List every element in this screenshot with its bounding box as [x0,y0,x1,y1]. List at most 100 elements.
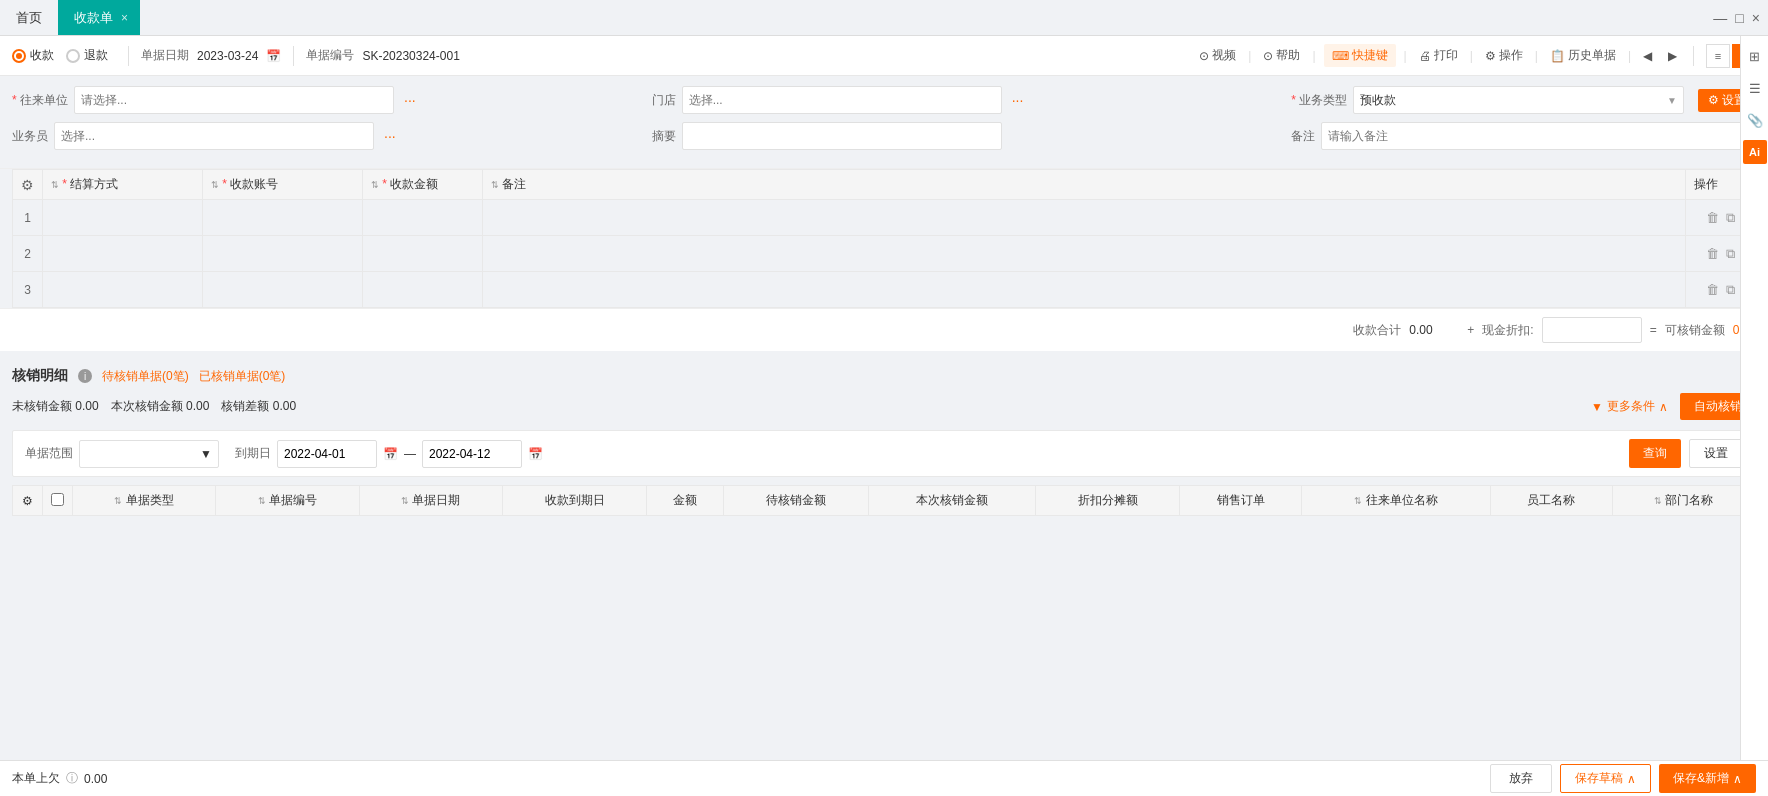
main-scroll: 往来单位 ··· 门店 ··· 业务类型 预收款 ▼ ⚙ 设置 [0,76,1768,516]
right-panel-attach-icon[interactable]: 📎 [1743,108,1767,132]
date-range: 到期日 📅 — 📅 [235,440,543,468]
tab-home[interactable]: 首页 [0,0,58,35]
total-value: 0.00 [1409,323,1459,337]
date-from-input[interactable] [277,440,377,468]
bottom-table-section: ⚙ ⇅ 单据类型 ⇅ 单据编号 [12,485,1756,516]
remark-input[interactable] [682,122,1002,150]
form-row-1: 往来单位 ··· 门店 ··· 业务类型 预收款 ▼ ⚙ 设置 [12,86,1756,114]
bth-gear[interactable]: ⚙ [13,486,43,516]
party-field: 往来单位 ··· [12,86,632,114]
discount-label: 现金折扣: [1482,322,1533,339]
row-1-amount[interactable] [363,200,483,236]
row-2-account[interactable] [203,236,363,272]
copy-icon-2[interactable]: ⧉ [1726,246,1735,261]
range-label: 单据范围 [25,445,73,462]
maximize-button[interactable]: □ [1735,10,1743,26]
divider-2 [293,46,294,66]
party-more-btn[interactable]: ··· [404,92,416,108]
history-btn[interactable]: 📋 历史单据 [1546,45,1620,66]
date-range-separator: — [404,447,416,461]
this-cancel-label: 本次核销金额 [111,399,183,413]
verify-table: ⚙ ⇅ 单据类型 ⇅ 单据编号 [12,485,1756,516]
more-conditions-btn[interactable]: ▼ 更多条件 ∧ [1591,398,1668,415]
pending-tab[interactable]: 待核销单据(0笔) [102,368,189,385]
staff-more-btn[interactable]: ··· [384,128,396,144]
copy-icon-1[interactable]: ⧉ [1726,210,1735,225]
range-select[interactable]: ▼ [79,440,219,468]
delete-icon-2[interactable]: 🗑 [1706,246,1719,261]
remark-label: 摘要 [652,128,676,145]
row-3-settle[interactable] [43,272,203,308]
row-2-settle[interactable] [43,236,203,272]
bth-pending-cancel: 待核销金额 [724,486,869,516]
query-btn[interactable]: 查询 [1629,439,1681,468]
done-tab[interactable]: 已核销单据(0笔) [199,368,286,385]
delete-icon-1[interactable]: 🗑 [1706,210,1719,225]
party-label: 往来单位 [12,92,68,109]
row-3-amount[interactable] [363,272,483,308]
right-panel-list-icon[interactable]: ☰ [1743,76,1767,100]
th-gear[interactable]: ⚙ [13,170,43,200]
row-2-note[interactable] [483,236,1686,272]
settings-icon: ⚙ [1708,93,1719,107]
date-to-input[interactable] [422,440,522,468]
receipt-type-radio-group: 收款 退款 [12,47,108,64]
layout-btn-1[interactable]: ≡ [1706,44,1730,68]
more-conditions-label: 更多条件 [1607,398,1655,415]
close-button[interactable]: × [1752,10,1760,26]
row-1-note[interactable] [483,200,1686,236]
btable-gear-icon[interactable]: ⚙ [22,494,33,508]
copy-icon-3[interactable]: ⧉ [1726,282,1735,297]
store-input[interactable] [682,86,1002,114]
video-btn[interactable]: ⊙ 视频 [1195,45,1240,66]
party-input[interactable] [74,86,394,114]
staff-input[interactable] [54,122,374,150]
tab-close-icon[interactable]: × [121,11,128,25]
radio-receipt[interactable]: 收款 [12,47,54,64]
delete-icon-3[interactable]: 🗑 [1706,282,1719,297]
next-btn[interactable]: ▶ [1664,47,1681,65]
no-value: SK-20230324-001 [362,49,459,63]
right-panel-ai-icon[interactable]: Ai [1743,140,1767,164]
tab-receipt[interactable]: 收款单 × [58,0,140,35]
verify-info-icon[interactable]: i [78,369,92,383]
th-settle-method: ⇅ * 结算方式 [43,170,203,200]
row-2-amount[interactable] [363,236,483,272]
biz-type-value: 预收款 [1360,92,1396,109]
calendar-icon[interactable]: 📅 [266,49,281,63]
calendar-to-icon[interactable]: 📅 [528,447,543,461]
note-input[interactable] [1321,122,1756,150]
row-3-note[interactable] [483,272,1686,308]
biz-type-select[interactable]: 预收款 ▼ [1353,86,1684,114]
receipt-table: ⚙ ⇅ * 结算方式 ⇅ * 收款账号 ⇅ * 收款 [12,169,1756,308]
right-panel-table-icon[interactable]: ⊞ [1743,44,1767,68]
diff-item: 核销差额 0.00 [221,398,296,415]
radio-receipt-label: 收款 [30,47,54,64]
print-btn[interactable]: 🖨 打印 [1415,45,1462,66]
select-all-checkbox[interactable] [51,493,64,506]
prev-btn[interactable]: ◀ [1639,47,1656,65]
shortcut-btn[interactable]: ⌨ 快捷键 [1324,44,1396,67]
row-3-account[interactable] [203,272,363,308]
help-btn[interactable]: ⊙ 帮助 [1259,45,1304,66]
operation-btn[interactable]: ⚙ 操作 [1481,45,1527,66]
minimize-button[interactable]: — [1713,10,1727,26]
print-icon: 🖨 [1419,49,1431,63]
calendar-from-icon[interactable]: 📅 [383,447,398,461]
bth-sales-order: 销售订单 [1180,486,1302,516]
verify-settings-btn[interactable]: 设置 [1689,439,1743,468]
bth-this-cancel: 本次核销金额 [868,486,1035,516]
table-row: 2 🗑 ⧉ [13,236,1756,272]
table-gear-icon[interactable]: ⚙ [21,177,34,193]
row-1-account[interactable] [203,200,363,236]
verify-header: 核销明细 i 待核销单据(0笔) 已核销单据(0笔) [12,367,1756,385]
discount-input[interactable] [1542,317,1642,343]
th-receipt-account: ⇅ * 收款账号 [203,170,363,200]
table-row: 1 🗑 ⧉ [13,200,1756,236]
biz-type-field: 业务类型 预收款 ▼ ⚙ 设置 [1291,86,1756,114]
uncancelled-label: 未核销金额 [12,399,72,413]
radio-refund[interactable]: 退款 [66,47,108,64]
store-more-btn[interactable]: ··· [1012,92,1024,108]
bth-check[interactable] [43,486,73,516]
row-1-settle[interactable] [43,200,203,236]
